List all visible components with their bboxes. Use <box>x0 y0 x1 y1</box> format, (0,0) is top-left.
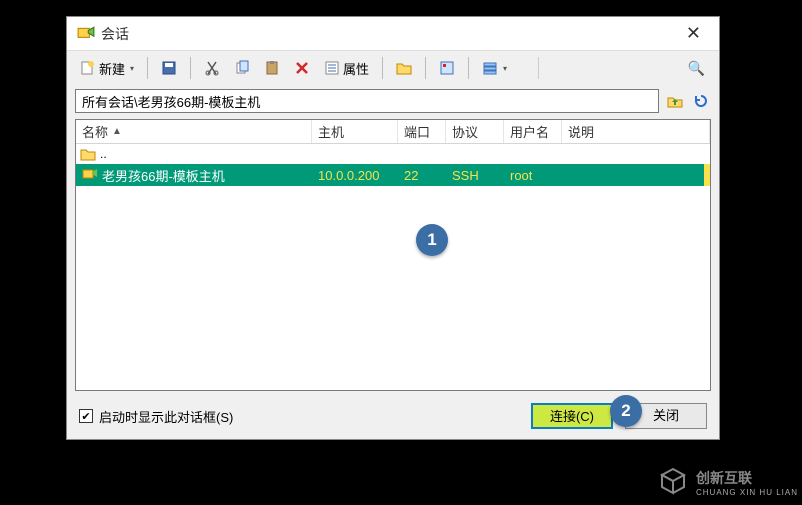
copy-icon <box>234 60 250 76</box>
new-button[interactable]: 新建 ▾ <box>75 55 139 81</box>
chevron-down-icon: ▾ <box>503 64 507 73</box>
window-title: 会话 <box>101 24 678 44</box>
annotation-callout-2: 2 <box>610 395 642 427</box>
checkbox-icon: ✔ <box>79 409 93 423</box>
save-button[interactable] <box>156 55 182 81</box>
separator <box>425 57 426 79</box>
titlebar: 会话 ✕ <box>67 17 719 51</box>
rows-container: .. 老男孩66期-模板主机 10.0.0.200 22 SSH root <box>76 144 710 390</box>
folder-up-icon <box>80 147 96 161</box>
search-area[interactable] <box>538 57 678 79</box>
path-row <box>75 89 711 113</box>
paste-button[interactable] <box>259 55 285 81</box>
column-headers[interactable]: 名称▲ 主机 端口 协议 用户名 说明 <box>76 120 710 144</box>
properties-button[interactable]: 属性 <box>319 55 374 81</box>
folder-button[interactable] <box>391 55 417 81</box>
session-row[interactable]: 老男孩66期-模板主机 10.0.0.200 22 SSH root <box>76 164 710 186</box>
new-label: 新建 <box>99 59 125 78</box>
session-icon <box>82 168 98 182</box>
options-icon <box>439 60 455 76</box>
separator <box>468 57 469 79</box>
session-user: root <box>504 168 562 183</box>
session-host: 10.0.0.200 <box>312 168 398 183</box>
header-port[interactable]: 端口 <box>398 120 446 143</box>
delete-icon <box>294 60 310 76</box>
parent-label: .. <box>100 147 107 161</box>
separator <box>190 57 191 79</box>
header-desc[interactable]: 说明 <box>562 120 710 143</box>
sort-asc-icon: ▲ <box>112 126 122 137</box>
session-dialog: 会话 ✕ 新建 ▾ 属性 <box>66 16 720 440</box>
show-on-startup-checkbox[interactable]: ✔ 启动时显示此对话框(S) <box>79 407 233 426</box>
session-protocol: SSH <box>446 168 504 183</box>
parent-folder-row[interactable]: .. <box>76 144 710 164</box>
cut-icon <box>204 60 220 76</box>
folder-icon <box>396 60 412 76</box>
new-icon <box>80 60 96 76</box>
up-folder-button[interactable] <box>665 91 685 111</box>
properties-label: 属性 <box>343 59 369 78</box>
options-button[interactable] <box>434 55 460 81</box>
cut-button[interactable] <box>199 55 225 81</box>
session-name: 老男孩66期-模板主机 <box>102 166 225 185</box>
chevron-down-icon: ▾ <box>130 64 134 73</box>
session-app-icon <box>77 25 95 43</box>
header-protocol[interactable]: 协议 <box>446 120 504 143</box>
path-input[interactable] <box>75 89 659 113</box>
session-list: 名称▲ 主机 端口 协议 用户名 说明 .. 老男孩66期-模板主机 10.0.… <box>75 119 711 391</box>
annotation-callout-1: 1 <box>416 224 448 256</box>
header-name[interactable]: 名称▲ <box>76 120 312 143</box>
view-icon <box>482 60 498 76</box>
copy-button[interactable] <box>229 55 255 81</box>
header-user[interactable]: 用户名 <box>504 120 562 143</box>
connect-button[interactable]: 连接(C) <box>531 403 613 429</box>
search-icon[interactable]: 🔍 <box>682 60 711 77</box>
separator <box>382 57 383 79</box>
save-icon <box>161 60 177 76</box>
watermark-brand: 创新互联 <box>696 468 798 488</box>
header-host[interactable]: 主机 <box>312 120 398 143</box>
view-button[interactable]: ▾ <box>477 55 512 81</box>
separator <box>147 57 148 79</box>
delete-button[interactable] <box>289 55 315 81</box>
paste-icon <box>264 60 280 76</box>
refresh-button[interactable] <box>691 91 711 111</box>
session-port: 22 <box>398 168 446 183</box>
watermark-logo-icon <box>656 465 690 499</box>
close-icon[interactable]: ✕ <box>678 23 709 44</box>
watermark: 创新互联 CHUANG XIN HU LIAN <box>656 465 798 499</box>
properties-icon <box>324 60 340 76</box>
toolbar: 新建 ▾ 属性 <box>67 51 719 85</box>
watermark-sub: CHUANG XIN HU LIAN <box>696 488 798 497</box>
checkbox-label: 启动时显示此对话框(S) <box>99 407 233 426</box>
